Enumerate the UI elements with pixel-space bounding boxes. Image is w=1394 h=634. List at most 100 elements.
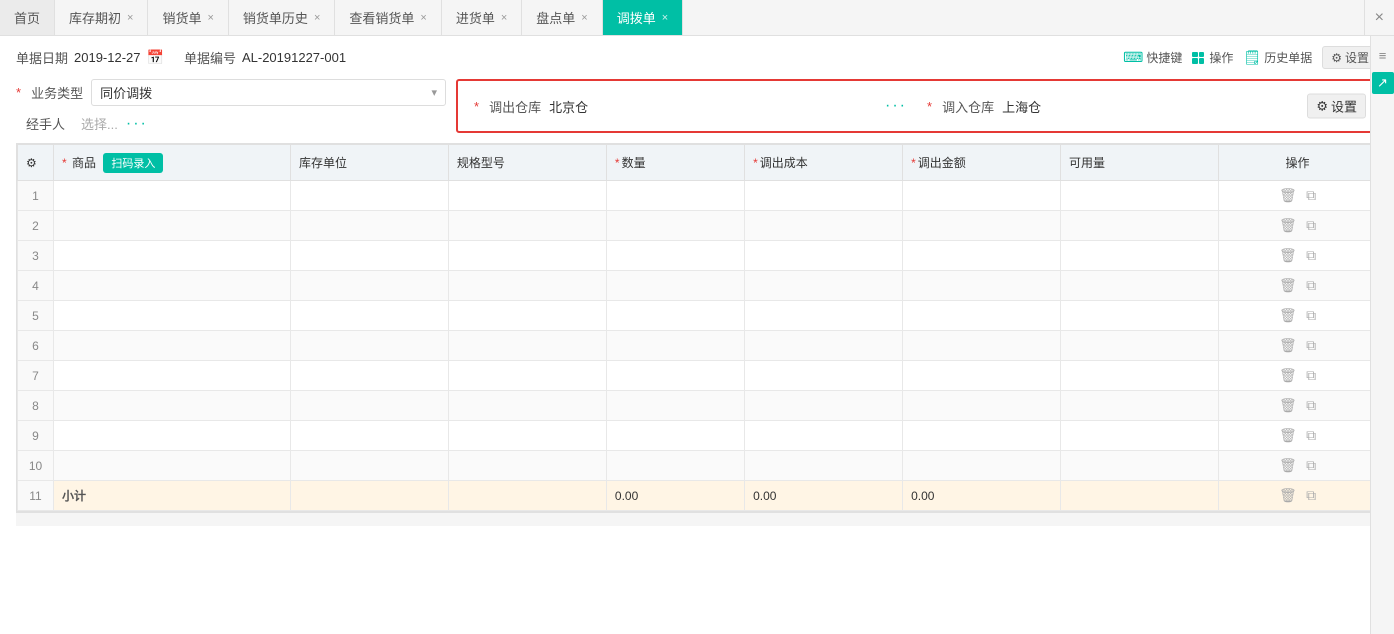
qty-cell[interactable] xyxy=(606,331,744,361)
spec-cell[interactable] xyxy=(448,241,606,271)
qty-cell[interactable] xyxy=(606,421,744,451)
unit-cell[interactable] xyxy=(290,361,448,391)
qty-cell[interactable] xyxy=(606,271,744,301)
qty-cell[interactable] xyxy=(606,241,744,271)
spec-cell[interactable] xyxy=(448,331,606,361)
cost-cell[interactable] xyxy=(745,451,903,481)
delete-icon[interactable]: 🗑 xyxy=(1279,217,1297,233)
tab-sales-order[interactable]: 销货单 × xyxy=(148,0,228,35)
delete-icon[interactable]: 🗑 xyxy=(1279,457,1297,473)
product-cell[interactable] xyxy=(54,211,291,241)
gear-settings-icon[interactable]: ⚙ xyxy=(26,156,37,170)
qty-cell[interactable] xyxy=(606,451,744,481)
qty-cell[interactable] xyxy=(606,391,744,421)
unit-cell[interactable] xyxy=(290,301,448,331)
spec-cell[interactable] xyxy=(448,181,606,211)
tab-close-purchase-order[interactable]: × xyxy=(501,12,507,24)
warehouse-settings-button[interactable]: ⚙ 设置 xyxy=(1307,94,1366,119)
unit-cell[interactable] xyxy=(290,451,448,481)
qty-cell[interactable] xyxy=(606,181,744,211)
operation-button[interactable]: 操作 xyxy=(1192,49,1233,66)
person-input[interactable]: 选择... xyxy=(81,114,118,133)
spec-cell[interactable] xyxy=(448,211,606,241)
tab-inventory-check[interactable]: 盘点单 × xyxy=(522,0,602,35)
cost-cell[interactable] xyxy=(745,301,903,331)
qty-cell[interactable] xyxy=(606,301,744,331)
product-cell[interactable] xyxy=(54,271,291,301)
product-cell[interactable] xyxy=(54,331,291,361)
tab-close-inventory-init[interactable]: × xyxy=(127,12,133,24)
copy-icon[interactable]: ⧉ xyxy=(1306,187,1316,203)
cost-cell[interactable] xyxy=(745,421,903,451)
tab-purchase-order[interactable]: 进货单 × xyxy=(442,0,522,35)
amount-cell[interactable] xyxy=(903,451,1061,481)
product-cell[interactable] xyxy=(54,181,291,211)
spec-cell[interactable] xyxy=(448,451,606,481)
delete-icon[interactable]: 🗑 xyxy=(1279,427,1297,443)
scan-input-button[interactable]: 扫码录入 xyxy=(103,153,163,173)
col-gear[interactable]: ⚙ xyxy=(18,145,54,181)
amount-cell[interactable] xyxy=(903,181,1061,211)
spec-cell[interactable] xyxy=(448,391,606,421)
copy-icon[interactable]: ⧉ xyxy=(1306,457,1316,473)
cost-cell[interactable] xyxy=(745,361,903,391)
cost-cell[interactable] xyxy=(745,391,903,421)
product-cell[interactable] xyxy=(54,241,291,271)
product-cell[interactable] xyxy=(54,421,291,451)
amount-cell[interactable] xyxy=(903,271,1061,301)
spec-cell[interactable] xyxy=(448,421,606,451)
cost-cell[interactable] xyxy=(745,271,903,301)
copy-icon[interactable]: ⧉ xyxy=(1306,367,1316,383)
delete-icon[interactable]: 🗑 xyxy=(1279,397,1297,413)
tab-sales-history[interactable]: 销货单历史 × xyxy=(229,0,335,35)
amount-cell[interactable] xyxy=(903,331,1061,361)
cost-cell[interactable] xyxy=(745,331,903,361)
delete-icon[interactable]: 🗑 xyxy=(1279,367,1297,383)
product-cell[interactable] xyxy=(54,301,291,331)
tab-home[interactable]: 首页 xyxy=(0,0,55,35)
copy-icon[interactable]: ⧉ xyxy=(1306,277,1316,293)
amount-cell[interactable] xyxy=(903,211,1061,241)
scroll-area[interactable] xyxy=(16,512,1378,526)
delete-icon[interactable]: 🗑 xyxy=(1279,487,1297,503)
spec-cell[interactable] xyxy=(448,271,606,301)
business-type-select[interactable]: 同价调拨 ▾ xyxy=(91,79,446,106)
history-button[interactable]: 🗒 历史单据 xyxy=(1243,49,1312,66)
cost-cell[interactable] xyxy=(745,211,903,241)
copy-icon[interactable]: ⧉ xyxy=(1306,217,1316,233)
unit-cell[interactable] xyxy=(290,421,448,451)
delete-icon[interactable]: 🗑 xyxy=(1279,187,1297,203)
delete-icon[interactable]: 🗑 xyxy=(1279,337,1297,353)
copy-icon[interactable]: ⧉ xyxy=(1306,247,1316,263)
delete-icon[interactable]: 🗑 xyxy=(1279,307,1297,323)
tab-inventory-init[interactable]: 库存期初 × xyxy=(55,0,148,35)
cost-cell[interactable] xyxy=(745,241,903,271)
copy-icon[interactable]: ⧉ xyxy=(1306,427,1316,443)
person-more-button[interactable]: ··· xyxy=(126,115,148,133)
amount-cell[interactable] xyxy=(903,241,1061,271)
amount-cell[interactable] xyxy=(903,361,1061,391)
tab-close-transfer-order[interactable]: × xyxy=(662,12,668,24)
sidebar-expand-icon[interactable]: ↗ xyxy=(1372,72,1394,94)
calendar-icon[interactable]: 📅 xyxy=(147,49,164,66)
copy-icon[interactable]: ⧉ xyxy=(1306,487,1316,503)
shortcut-button[interactable]: ⌨ 快捷键 xyxy=(1123,49,1182,66)
cost-cell[interactable] xyxy=(745,181,903,211)
unit-cell[interactable] xyxy=(290,181,448,211)
copy-icon[interactable]: ⧉ xyxy=(1306,397,1316,413)
qty-cell[interactable] xyxy=(606,211,744,241)
unit-cell[interactable] xyxy=(290,391,448,421)
tab-close-sales-history[interactable]: × xyxy=(314,12,320,24)
qty-cell[interactable] xyxy=(606,361,744,391)
unit-cell[interactable] xyxy=(290,211,448,241)
tab-transfer-order[interactable]: 调拨单 × xyxy=(603,0,683,35)
unit-cell[interactable] xyxy=(290,241,448,271)
unit-cell[interactable] xyxy=(290,331,448,361)
tab-close-sales-order[interactable]: × xyxy=(207,12,213,24)
amount-cell[interactable] xyxy=(903,301,1061,331)
warehouse-out-more-button[interactable]: ··· xyxy=(885,97,907,115)
tab-view-sales[interactable]: 查看销货单 × xyxy=(335,0,441,35)
spec-cell[interactable] xyxy=(448,301,606,331)
sidebar-list-icon[interactable]: ≡ xyxy=(1372,44,1394,66)
amount-cell[interactable] xyxy=(903,421,1061,451)
